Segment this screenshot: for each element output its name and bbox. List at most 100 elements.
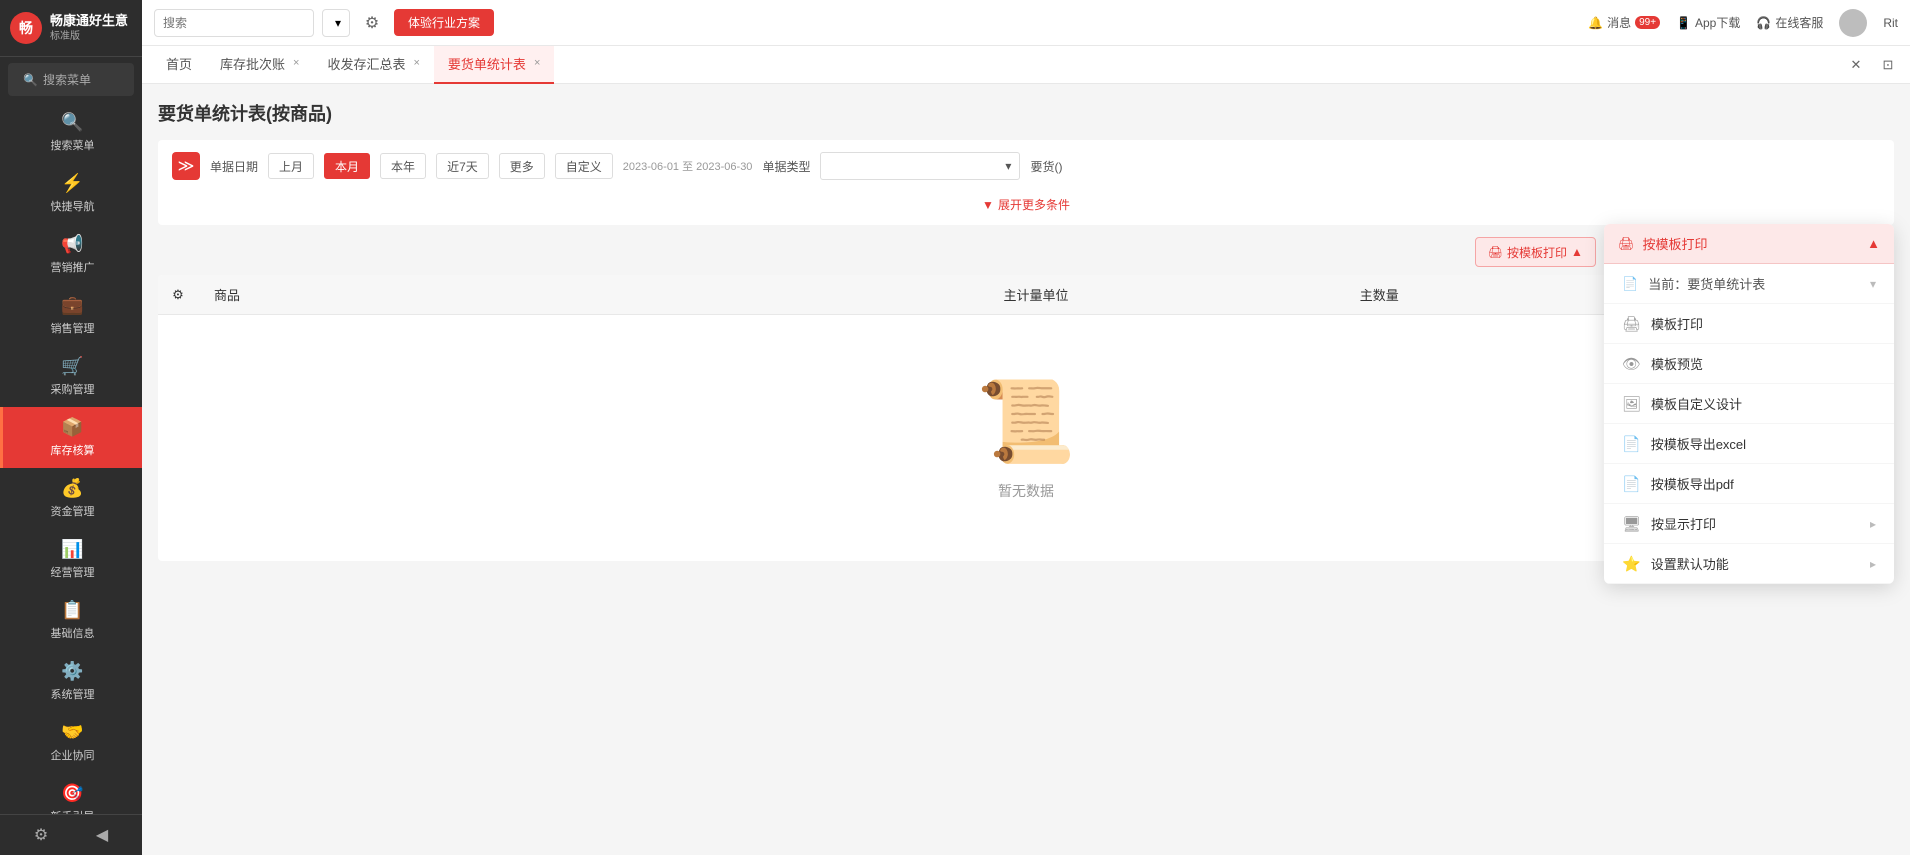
- tab-close-collection[interactable]: ×: [413, 58, 419, 69]
- collab-label: 企业协同: [51, 747, 95, 763]
- type-select[interactable]: ▾: [820, 152, 1020, 180]
- settings-icon[interactable]: ⚙: [34, 825, 48, 845]
- date-prev-month-btn[interactable]: 上月: [268, 153, 314, 179]
- dropdown-item-template_preview[interactable]: 👁 模板预览: [1604, 344, 1894, 384]
- gear-button[interactable]: ⚙: [358, 9, 386, 37]
- sidebar-item-search[interactable]: 🔍 搜索菜单: [0, 102, 142, 163]
- dropdown-item-template_design[interactable]: 🖼 模板自定义设计: [1604, 384, 1894, 424]
- dropdown-item-left-display_print: 🖥 按显示打印: [1622, 514, 1716, 533]
- col-quantity: 主数量: [1208, 285, 1551, 304]
- template_print-icon: 🖨: [1622, 315, 1641, 333]
- main-area: ▾ ⚙ 体验行业方案 🔔 消息 99+ 📱 App下载 🎧 在线客服 Rit: [142, 0, 1910, 855]
- notifications-btn[interactable]: 🔔 消息 99+: [1588, 14, 1660, 31]
- col-unit: 主计量单位: [864, 285, 1207, 304]
- online-service-label: 在线客服: [1775, 14, 1823, 31]
- tab-label-collection: 收发存汇总表: [327, 54, 405, 73]
- avatar[interactable]: [1839, 9, 1867, 37]
- dropdown-item-export_excel[interactable]: 📄 按模板导出excel: [1604, 424, 1894, 464]
- sidebar-item-basic[interactable]: 📋 基础信息: [0, 590, 142, 651]
- user-name: Rit: [1883, 16, 1898, 30]
- chevron-right-icon: ▸: [1870, 557, 1876, 571]
- template-print-btn[interactable]: 🖨 按模板打印 ▲: [1475, 237, 1596, 267]
- tab-collection[interactable]: 收发存汇总表 ×: [313, 46, 433, 84]
- display_print-icon: 🖥: [1622, 515, 1641, 533]
- sidebar-item-sales[interactable]: 💼 销售管理: [0, 285, 142, 346]
- dropdown-item-left-default_func: ⭐ 设置默认功能: [1622, 554, 1729, 573]
- sidebar-item-finance[interactable]: 💰 资金管理: [0, 468, 142, 529]
- template-dropdown: 🖨 按模板打印 ▲ 📄 当前：要货单统计表 ▾ 🖨 模板打印 👁 模板预览: [1604, 224, 1894, 584]
- export_excel-label: 按模板导出excel: [1651, 434, 1746, 453]
- logo-text: 畅康通好生意 标准版: [50, 13, 128, 43]
- dropdown-title: 按模板打印: [1643, 234, 1708, 253]
- sidebar-item-purchase[interactable]: 🛒 采购管理: [0, 346, 142, 407]
- search-icon: 🔍: [23, 73, 38, 87]
- sidebar-item-guide[interactable]: 🎯 新手引导: [0, 773, 142, 814]
- type-filter-label: 单据类型: [762, 158, 810, 175]
- current-template-item[interactable]: 📄 当前：要货单统计表 ▾: [1604, 264, 1894, 304]
- filter-section: ≫ 单据日期 上月 本月 本年 近7天 更多 自定义 2023-06-01 至 …: [158, 140, 1894, 225]
- default_func-label: 设置默认功能: [1651, 554, 1729, 573]
- basic-label: 基础信息: [51, 625, 95, 641]
- chevron-right-icon: ▸: [1870, 517, 1876, 531]
- expand-more-btn[interactable]: ▼ 展开更多条件: [982, 196, 1070, 213]
- page-content: 要货单统计表(按商品) ≫ 单据日期 上月 本月 本年 近7天 更多 自定义 2…: [142, 84, 1910, 855]
- yaohuo-label: 要货(): [1030, 158, 1062, 175]
- sidebar-item-shortcut[interactable]: ⚡ 快捷导航: [0, 163, 142, 224]
- headset-icon: 🎧: [1756, 16, 1771, 30]
- sidebar-item-collab[interactable]: 🤝 企业协同: [0, 712, 142, 773]
- tab-order_stats[interactable]: 要货单统计表 ×: [434, 46, 554, 84]
- dropdown-item-default_func[interactable]: ⭐ 设置默认功能 ▸: [1604, 544, 1894, 584]
- maximize-window-btn[interactable]: ⊡: [1876, 53, 1900, 77]
- basic-icon: 📋: [61, 600, 83, 621]
- trial-btn[interactable]: 体验行业方案: [394, 9, 494, 36]
- online-service-btn[interactable]: 🎧 在线客服: [1756, 14, 1823, 31]
- sidebar-item-operation[interactable]: 📊 经营管理: [0, 529, 142, 590]
- app-title: 畅康通好生意: [50, 13, 128, 30]
- topbar: ▾ ⚙ 体验行业方案 🔔 消息 99+ 📱 App下载 🎧 在线客服 Rit: [142, 0, 1910, 46]
- template_preview-label: 模板预览: [1651, 354, 1703, 373]
- app-download-btn[interactable]: 📱 App下载: [1676, 14, 1740, 31]
- dropdown-item-display_print[interactable]: 🖥 按显示打印 ▸: [1604, 504, 1894, 544]
- filter-expand-btn[interactable]: ≫: [172, 152, 200, 180]
- sidebar-footer: ⚙ ◀: [0, 814, 142, 855]
- tab-close-batch[interactable]: ×: [293, 58, 299, 69]
- date-current-year-btn[interactable]: 本年: [380, 153, 426, 179]
- tab-label-order_stats: 要货单统计表: [448, 54, 526, 73]
- date-more-btn[interactable]: 更多: [499, 153, 545, 179]
- collapse-icon[interactable]: ◀: [96, 825, 108, 845]
- sidebar-item-inventory[interactable]: 📦 库存核算: [0, 407, 142, 468]
- date-custom-btn[interactable]: 自定义: [555, 153, 613, 179]
- sidebar-item-marketing[interactable]: 📢 营销推广: [0, 224, 142, 285]
- current-template-label: 当前：要货单统计表: [1648, 274, 1860, 293]
- col-product: 商品: [198, 285, 864, 304]
- date-current-month-btn[interactable]: 本月: [324, 153, 370, 179]
- dropdown-controls: ▲: [1867, 236, 1880, 251]
- tab-batch[interactable]: 库存批次账×: [206, 46, 313, 84]
- template_design-icon: 🖼: [1622, 395, 1641, 413]
- tabs-bar: 首页库存批次账× 收发存汇总表 × 要货单统计表 × ✕ ⊡: [142, 46, 1910, 84]
- default_func-icon: ⭐: [1622, 555, 1641, 573]
- expand-icon: ≫: [178, 156, 195, 176]
- dropdown-item-export_pdf[interactable]: 📄 按模板导出pdf: [1604, 464, 1894, 504]
- sales-icon: 💼: [61, 295, 83, 316]
- dropdown-collapse-btn[interactable]: ▲: [1867, 236, 1880, 251]
- guide-icon: 🎯: [61, 783, 83, 804]
- expand-more-label: 展开更多条件: [998, 196, 1070, 213]
- date-7days-btn[interactable]: 近7天: [436, 153, 489, 179]
- dropdown-item-template_print[interactable]: 🖨 模板打印: [1604, 304, 1894, 344]
- dropdown-title-area: 🖨 按模板打印: [1618, 234, 1708, 253]
- dropdown-button[interactable]: ▾: [322, 9, 350, 37]
- chevron-down-icon: ▾: [335, 16, 341, 30]
- sidebar-logo: 畅 畅康通好生意 标准版: [0, 0, 142, 57]
- date-filter-label: 单据日期: [210, 158, 258, 175]
- close-window-btn[interactable]: ✕: [1844, 53, 1868, 77]
- window-controls: ✕ ⊡: [1844, 53, 1900, 77]
- tab-home[interactable]: 首页: [152, 46, 206, 84]
- col-settings[interactable]: ⚙: [158, 287, 198, 303]
- search-input[interactable]: [154, 9, 314, 37]
- search-icon: 🔍: [61, 112, 83, 133]
- search-menu-btn[interactable]: 🔍 搜索菜单: [8, 63, 134, 96]
- tab-close-order_stats[interactable]: ×: [534, 58, 540, 69]
- collab-icon: 🤝: [61, 722, 83, 743]
- sidebar-item-system[interactable]: ⚙️ 系统管理: [0, 651, 142, 712]
